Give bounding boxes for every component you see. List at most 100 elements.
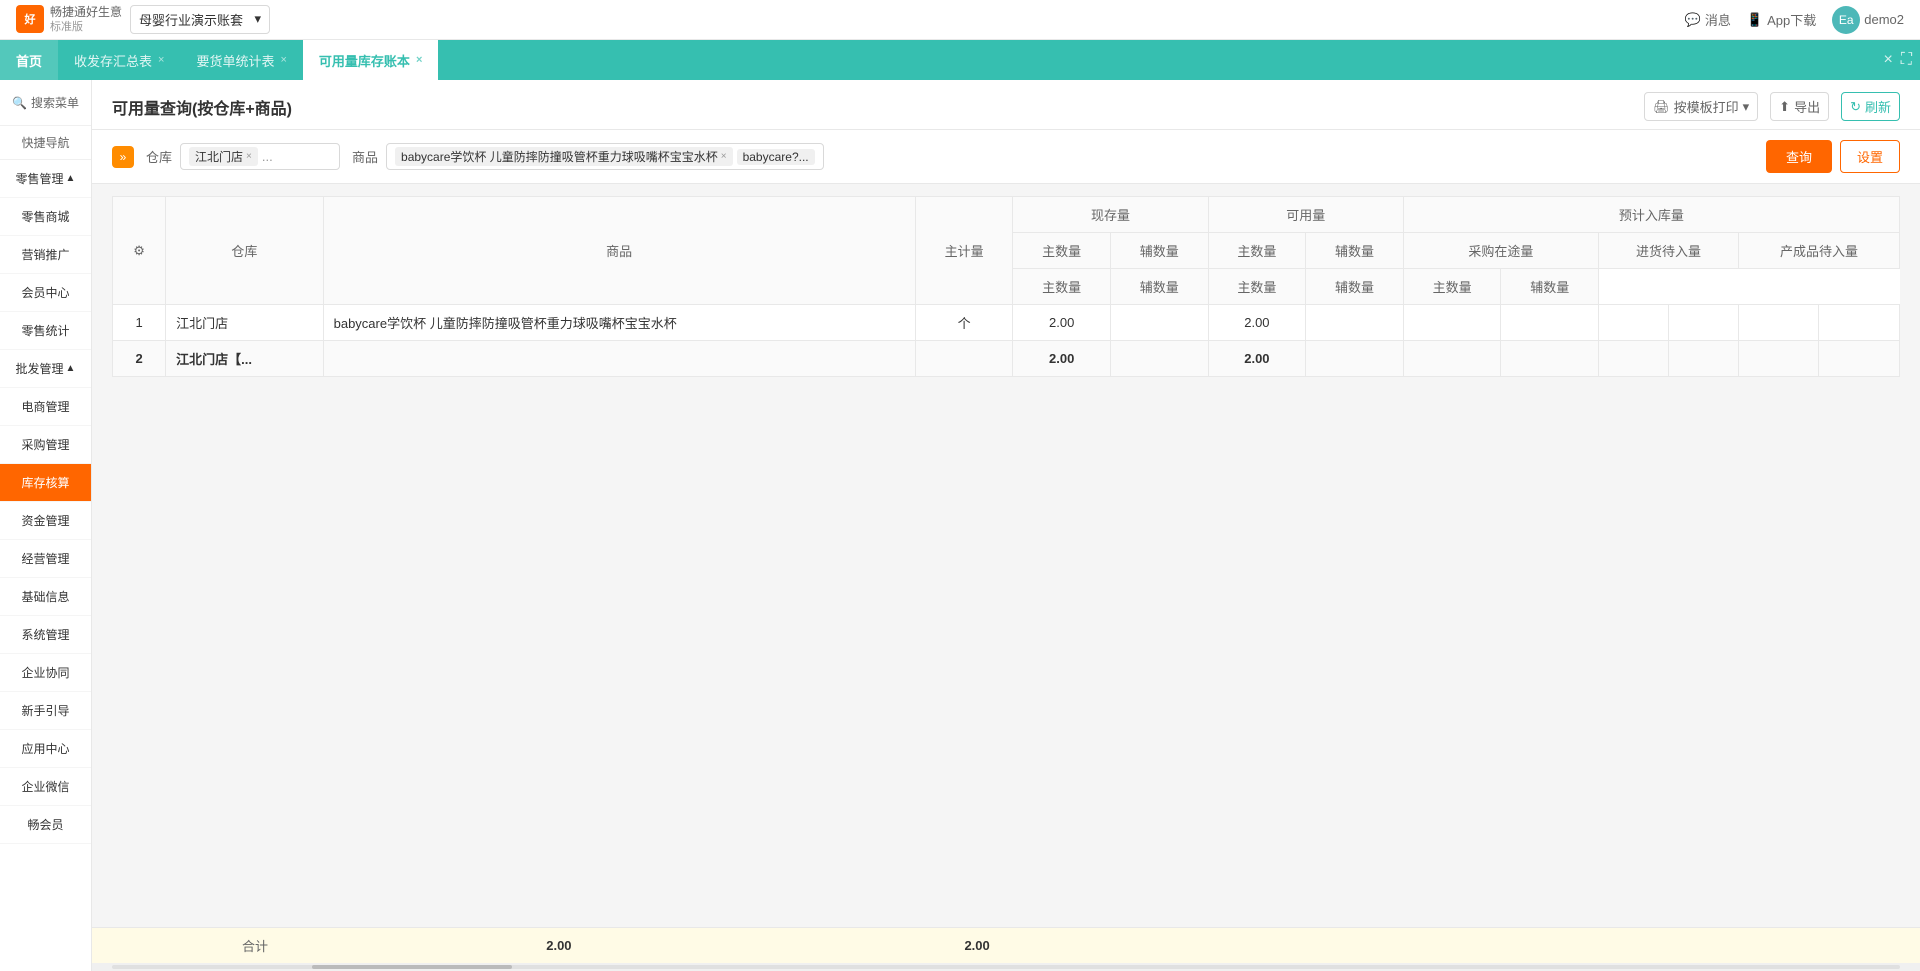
sidebar-item-retail-mall[interactable]: 零售商城	[0, 198, 91, 236]
sidebar-item-inventory-check[interactable]: 库存核算	[0, 464, 91, 502]
warehouse-filter-input[interactable]: 江北门店 × ...	[180, 143, 340, 170]
table-row: 2 江北门店【... 2.00 2.00	[113, 341, 1900, 377]
col-stock-header: 现存量	[1013, 197, 1208, 233]
col-finished-pending-header: 产成品待入量	[1738, 233, 1899, 269]
expand-filter-button[interactable]: »	[112, 146, 134, 168]
page-title: 可用量查询(按仓库+商品)	[112, 95, 292, 119]
close-icon[interactable]: ×	[280, 54, 286, 66]
sidebar-item-app-center[interactable]: 应用中心	[0, 730, 91, 768]
mobile-icon: 📱	[1747, 12, 1763, 28]
col-purchase-main-header: 主数量	[1013, 269, 1111, 305]
sidebar-search: 🔍 搜索菜单	[0, 80, 91, 126]
sidebar: 🔍 搜索菜单 快捷导航 零售管理 ▲ 零售商城 营销推广 会员中心 零售统计 批…	[0, 80, 92, 971]
sidebar-item-ecommerce[interactable]: 电商管理	[0, 388, 91, 426]
query-button[interactable]: 查询	[1766, 140, 1832, 173]
tab-home[interactable]: 首页	[0, 40, 58, 80]
expand-icon: ▲	[66, 173, 76, 184]
tab-available-inventory[interactable]: 可用量库存账本 ×	[303, 40, 438, 80]
user-action[interactable]: Ea demo2	[1832, 6, 1904, 34]
sidebar-item-basic-info[interactable]: 基础信息	[0, 578, 91, 616]
col-stock-sub-header: 辅数量	[1110, 233, 1208, 269]
product-filter-group: 商品 babycare学饮杯 儿童防摔防撞吸管杯重力球吸嘴杯宝宝水杯 × bab…	[352, 143, 824, 170]
sidebar-item-membership-plus[interactable]: 畅会员	[0, 806, 91, 844]
close-all-tabs-icon[interactable]: ×	[1883, 51, 1892, 69]
sidebar-item-enterprise-wechat[interactable]: 企业微信	[0, 768, 91, 806]
product-label: 商品	[352, 147, 378, 166]
sidebar-item-operations[interactable]: 经营管理	[0, 540, 91, 578]
tag-close-icon[interactable]: ×	[721, 151, 727, 162]
tab-order-stats[interactable]: 要货单统计表 ×	[180, 40, 302, 80]
col-purchase-transit-header: 采购在途量	[1403, 233, 1598, 269]
warehouse-tag-jiangbei: 江北门店 ×	[189, 147, 258, 166]
app-download-action[interactable]: 📱 App下载	[1747, 10, 1816, 29]
row2-purchase-main	[1403, 341, 1501, 377]
sidebar-item-marketing[interactable]: 营销推广	[0, 236, 91, 274]
col-inbound-main-header: 主数量	[1208, 269, 1306, 305]
data-table: ⚙ 仓库 商品 主计量 现存量 可用量 预计入库量 主数量 辅数量 主数量 辅数…	[112, 196, 1900, 377]
refresh-icon: ↻	[1850, 99, 1861, 115]
table-footer: 合计 2.00 2.00	[92, 927, 1920, 963]
sidebar-item-wholesale-mgmt[interactable]: 批发管理 ▲	[0, 350, 91, 388]
export-button[interactable]: ⬆ 导出	[1770, 92, 1829, 121]
row2-avail-sub	[1306, 341, 1404, 377]
col-settings-header[interactable]: ⚙	[113, 197, 166, 305]
sidebar-item-enterprise-collab[interactable]: 企业协同	[0, 654, 91, 692]
table-area: ⚙ 仓库 商品 主计量 现存量 可用量 预计入库量 主数量 辅数量 主数量 辅数…	[92, 184, 1920, 927]
col-predicted-header: 预计入库量	[1403, 197, 1899, 233]
industry-selector[interactable]: 母婴行业演示账套 ▾	[130, 5, 270, 34]
row1-avail-main: 2.00	[1208, 305, 1306, 341]
avatar: Ea	[1832, 6, 1860, 34]
warehouse-filter-group: 仓库 江北门店 × ...	[146, 143, 340, 170]
close-icon[interactable]: ×	[416, 54, 422, 66]
footer-label: 合计	[242, 936, 268, 955]
sidebar-item-quick-nav[interactable]: 快捷导航	[0, 126, 91, 160]
row2-inbound-main	[1599, 341, 1669, 377]
more-icon[interactable]: ...	[262, 149, 273, 164]
col-finished-sub-header: 辅数量	[1501, 269, 1599, 305]
horizontal-scrollbar[interactable]	[92, 963, 1920, 971]
row2-inbound-sub	[1668, 341, 1738, 377]
row1-stock-main: 2.00	[1013, 305, 1111, 341]
row2-finished-sub	[1819, 341, 1900, 377]
scroll-thumb[interactable]	[312, 965, 512, 969]
tag-close-icon[interactable]: ×	[246, 151, 252, 162]
row2-finished-main	[1738, 341, 1819, 377]
logo-icon: 好	[16, 5, 44, 33]
sidebar-item-purchase-mgmt[interactable]: 采购管理	[0, 426, 91, 464]
row2-purchase-sub	[1501, 341, 1599, 377]
sidebar-item-retail-mgmt[interactable]: 零售管理 ▲	[0, 160, 91, 198]
product-filter-input[interactable]: babycare学饮杯 儿童防摔防撞吸管杯重力球吸嘴杯宝宝水杯 × babyca…	[386, 143, 824, 170]
settings-button[interactable]: 设置	[1840, 140, 1900, 173]
tabs-right-actions: × ⛶	[1883, 51, 1920, 69]
col-inbound-pending-header: 进货待入量	[1599, 233, 1739, 269]
sidebar-item-system-mgmt[interactable]: 系统管理	[0, 616, 91, 654]
search-menu-button[interactable]: 🔍 搜索菜单	[8, 88, 83, 117]
col-finished-main-header: 主数量	[1403, 269, 1501, 305]
print-button[interactable]: 🖨 按模板打印 ▾	[1644, 92, 1758, 121]
chevron-down-icon: ▾	[1743, 99, 1750, 115]
close-icon[interactable]: ×	[158, 54, 164, 66]
row2-num: 2	[113, 341, 166, 377]
page-header: 可用量查询(按仓库+商品) 🖨 按模板打印 ▾ ⬆ 导出 ↻ 刷新	[92, 80, 1920, 130]
message-action[interactable]: 💬 消息	[1685, 10, 1731, 29]
sidebar-item-finance[interactable]: 资金管理	[0, 502, 91, 540]
row1-purchase-sub	[1501, 305, 1599, 341]
sidebar-item-retail-stats[interactable]: 零售统计	[0, 312, 91, 350]
sidebar-item-new-guide[interactable]: 新手引导	[0, 692, 91, 730]
tab-receivables[interactable]: 收发存汇总表 ×	[58, 40, 180, 80]
refresh-button[interactable]: ↻ 刷新	[1841, 92, 1900, 121]
row1-avail-sub	[1306, 305, 1404, 341]
content-area: 可用量查询(按仓库+商品) 🖨 按模板打印 ▾ ⬆ 导出 ↻ 刷新	[92, 80, 1920, 971]
row2-stock-main: 2.00	[1013, 341, 1111, 377]
col-inbound-sub-header: 辅数量	[1306, 269, 1404, 305]
row2-warehouse: 江北门店【...	[166, 341, 324, 377]
export-icon: ⬆	[1779, 99, 1790, 115]
header-left: 好 畅捷通好生意 标准版 母婴行业演示账套 ▾	[16, 5, 270, 35]
expand-icon[interactable]: ⛶	[1901, 51, 1912, 69]
row1-finished-main	[1738, 305, 1819, 341]
row2-avail-main: 2.00	[1208, 341, 1306, 377]
col-avail-sub-header: 辅数量	[1306, 233, 1404, 269]
sidebar-item-membership[interactable]: 会员中心	[0, 274, 91, 312]
col-avail-main-header: 主数量	[1208, 233, 1306, 269]
col-unit-header: 主计量	[915, 197, 1013, 305]
